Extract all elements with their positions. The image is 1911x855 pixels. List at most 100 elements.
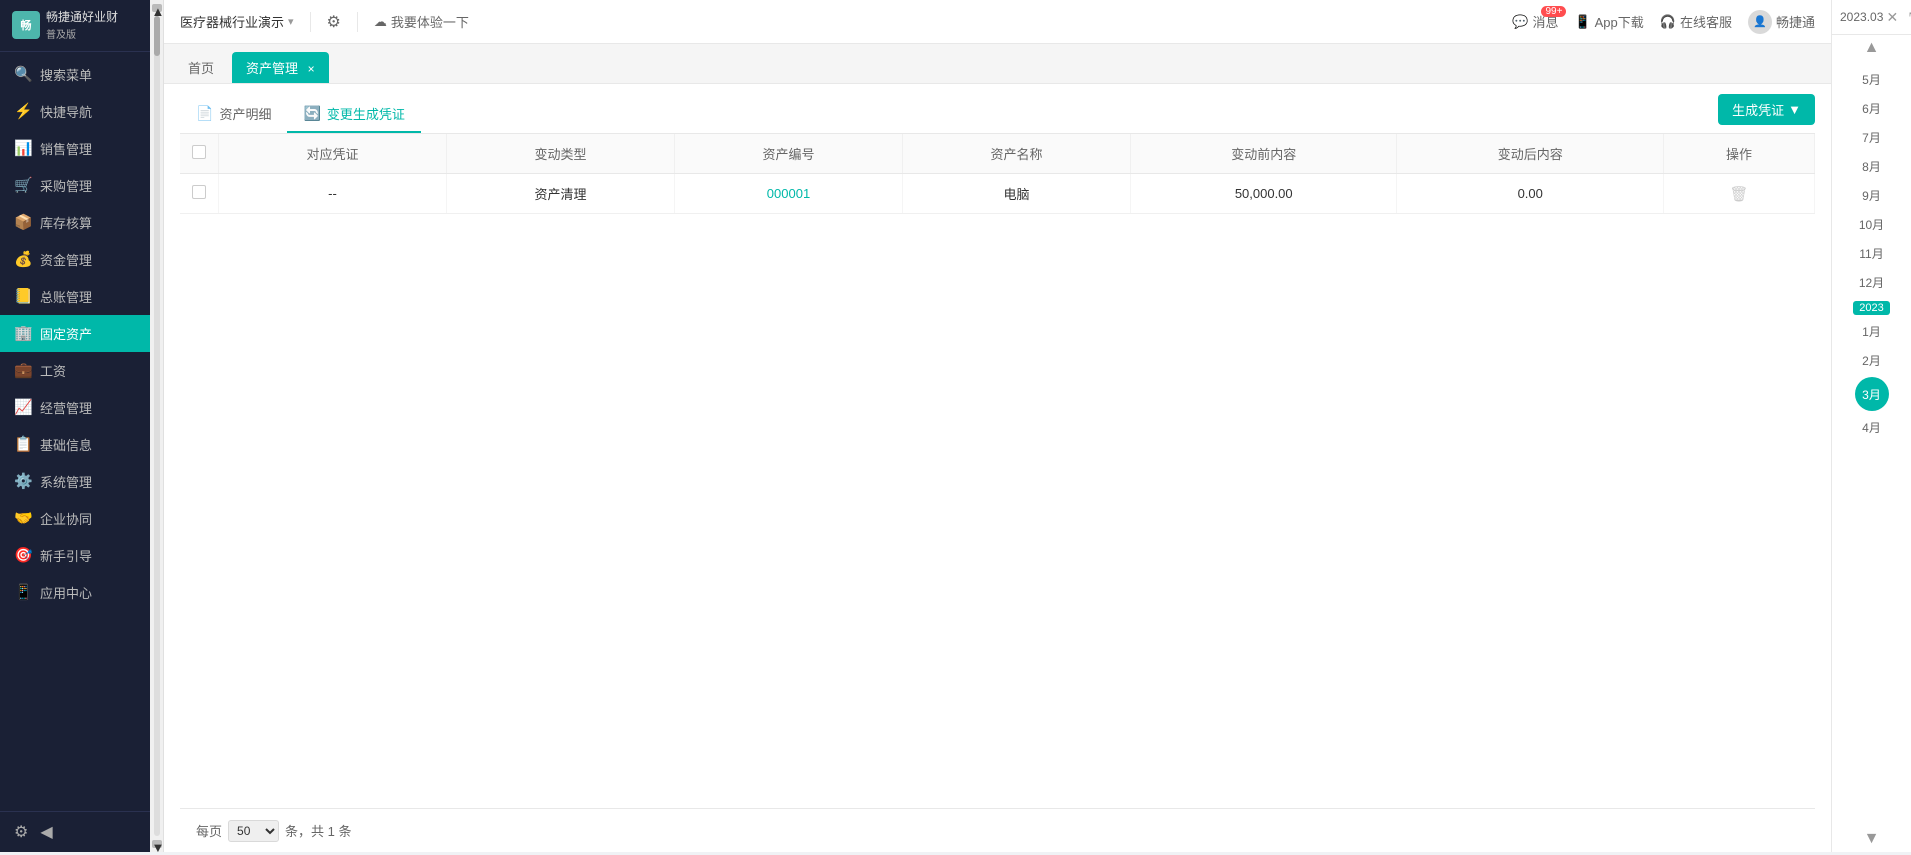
sidebar-item-label: 采购管理 <box>40 176 92 195</box>
th-checkbox <box>180 134 219 174</box>
timeline-month-5[interactable]: 5月 <box>1832 65 1911 94</box>
inventory-icon: 📦 <box>14 213 32 231</box>
appdownload-button[interactable]: 📱 App下载 <box>1574 12 1643 31</box>
collapse-icon[interactable]: ◀ <box>40 822 52 842</box>
appcenter-icon: 📱 <box>14 583 32 601</box>
generate-btn-dropdown-icon: ▼ <box>1788 102 1801 117</box>
scrollbar-down-arrow[interactable]: ▼ <box>152 840 162 848</box>
gear-icon[interactable]: ⚙ <box>327 12 341 32</box>
timeline-month-4[interactable]: 4月 <box>1832 413 1911 442</box>
tab-close-icon[interactable]: × <box>308 62 315 76</box>
row-after-change: 0.00 <box>1397 174 1663 214</box>
funds-icon: 💰 <box>14 250 32 268</box>
fixedassets-icon: 🏢 <box>14 324 32 342</box>
sidebar-item-operations[interactable]: 📈 经营管理 <box>0 389 150 426</box>
sidebar-item-label: 总账管理 <box>40 287 92 306</box>
per-page-select[interactable]: 50 10 20 100 <box>228 820 279 842</box>
close-panel-icon[interactable]: ✕ <box>1883 8 1901 26</box>
appdownload-label: App下载 <box>1595 12 1644 31</box>
timeline-year-2023: 2023 <box>1832 297 1911 317</box>
subtab-change-voucher[interactable]: 🔄 变更生成凭证 <box>287 96 420 133</box>
company-name: 医疗器械行业演示 <box>180 12 284 31</box>
delete-row-icon[interactable]: 🗑 <box>1729 186 1748 203</box>
timeline-month-11[interactable]: 11月 <box>1832 239 1911 268</box>
table-wrapper: 对应凭证 变动类型 资产编号 资产名称 变动前内容 变动后内容 操作 -- 资产… <box>180 134 1815 808</box>
tab-assets-label: 资产管理 <box>246 61 298 76</box>
sidebar-item-collab[interactable]: 🤝 企业协同 <box>0 500 150 537</box>
timeline-month-9[interactable]: 9月 <box>1832 181 1911 210</box>
sidebar-item-ledger[interactable]: 📒 总账管理 <box>0 278 150 315</box>
sidebar-bottom: ⚙ ◀ <box>0 811 150 852</box>
user-menu[interactable]: 👤 畅捷通 <box>1748 10 1815 34</box>
app-logo-icon: 畅 <box>12 11 40 39</box>
table-row: -- 资产清理 000001 电脑 50,000.00 0.00 🗑 <box>180 174 1815 214</box>
generate-voucher-button[interactable]: 生成凭证 ▼ <box>1718 94 1815 125</box>
scrollbar-thumb[interactable] <box>154 16 160 56</box>
timeline: 5月 6月 7月 8月 9月 10月 11月 12月 2023 1月 2月 3月… <box>1832 61 1911 826</box>
row-before-change: 50,000.00 <box>1131 174 1397 214</box>
th-before-change: 变动前内容 <box>1131 134 1397 174</box>
timeline-month-1[interactable]: 1月 <box>1832 317 1911 346</box>
sidebar-item-label: 工资 <box>40 361 66 380</box>
sidebar-item-tutorial[interactable]: 🎯 新手引导 <box>0 537 150 574</box>
tab-assets[interactable]: 资产管理 × <box>232 52 329 83</box>
company-selector[interactable]: 医疗器械行业演示 ▾ <box>180 12 294 31</box>
sidebar-item-label: 快捷导航 <box>40 102 92 121</box>
timeline-month-12[interactable]: 12月 <box>1832 268 1911 297</box>
sidebar-item-sysadmin[interactable]: ⚙️ 系统管理 <box>0 463 150 500</box>
sidebar-item-label: 库存核算 <box>40 213 92 232</box>
sidebar-item-inventory[interactable]: 📦 库存核算 <box>0 204 150 241</box>
subtab-asset-detail[interactable]: 📄 资产明细 <box>180 96 287 133</box>
message-icon: 💬 <box>1512 14 1528 30</box>
scrollbar-up-arrow[interactable]: ▲ <box>152 4 162 12</box>
th-change-type: 变动类型 <box>447 134 675 174</box>
timeline-month-6[interactable]: 6月 <box>1832 94 1911 123</box>
messages-button[interactable]: 💬 消息 99+ <box>1512 12 1558 31</box>
subtab-detail-label: 资产明细 <box>219 104 271 123</box>
company-dropdown-icon: ▾ <box>288 15 294 28</box>
sidebar-item-sales[interactable]: 📊 销售管理 <box>0 130 150 167</box>
timeline-month-7[interactable]: 7月 <box>1832 123 1911 152</box>
app-name: 畅捷通好业财 <box>46 10 118 26</box>
timeline-month-8[interactable]: 8月 <box>1832 152 1911 181</box>
payroll-icon: 💼 <box>14 361 32 379</box>
timeline-scroll-up[interactable]: ▲ <box>1832 35 1911 61</box>
sidebar-item-label: 固定资产 <box>40 324 92 343</box>
row-checkbox[interactable] <box>192 185 206 199</box>
username: 畅捷通 <box>1776 12 1815 31</box>
sidebar-item-purchase[interactable]: 🛒 采购管理 <box>0 167 150 204</box>
purchase-icon: 🛒 <box>14 176 32 194</box>
select-all-checkbox[interactable] <box>192 145 206 159</box>
sidebar-item-label: 新手引导 <box>40 546 92 565</box>
right-panel: 2023.03 ✕ ⤡ ▲ 5月 6月 7月 8月 9月 10月 11月 12月… <box>1831 0 1911 852</box>
sysadmin-icon: ⚙️ <box>14 472 32 490</box>
timeline-month-2[interactable]: 2月 <box>1832 346 1911 375</box>
th-voucher: 对应凭证 <box>219 134 447 174</box>
sidebar-scrollbar[interactable]: ▲ ▼ <box>150 0 164 852</box>
headset-icon: 🎧 <box>1660 14 1676 30</box>
right-panel-header: 2023.03 ✕ ⤡ <box>1832 0 1911 35</box>
timeline-month-10[interactable]: 10月 <box>1832 210 1911 239</box>
sidebar-item-basicinfo[interactable]: 📋 基础信息 <box>0 426 150 463</box>
settings-icon[interactable]: ⚙ <box>14 822 28 842</box>
messages-badge: 99+ <box>1541 6 1566 17</box>
th-after-change: 变动后内容 <box>1397 134 1663 174</box>
sidebar: 畅 畅捷通好业财 普及版 🔍 搜索菜单 ⚡ 快捷导航 📊 销售管理 🛒 采购管理… <box>0 0 150 852</box>
tabs-bar: 首页 资产管理 × <box>164 44 1831 84</box>
expand-panel-icon[interactable]: ⤡ <box>1905 8 1911 26</box>
sidebar-item-search[interactable]: 🔍 搜索菜单 <box>0 56 150 93</box>
pagination: 每页 50 10 20 100 条，共 1 条 <box>180 808 1815 852</box>
timeline-month-3-active[interactable]: 3月 <box>1855 377 1889 411</box>
sidebar-item-payroll[interactable]: 💼 工资 <box>0 352 150 389</box>
sidebar-item-appcenter[interactable]: 📱 应用中心 <box>0 574 150 611</box>
page-content: 📄 资产明细 🔄 变更生成凭证 生成凭证 ▼ 对应凭证 <box>164 84 1831 852</box>
th-asset-no: 资产编号 <box>675 134 903 174</box>
experience-button[interactable]: ☁ 我要体验一下 <box>374 12 469 31</box>
row-asset-no: 000001 <box>675 174 903 214</box>
sidebar-item-quicknav[interactable]: ⚡ 快捷导航 <box>0 93 150 130</box>
sidebar-item-fixedassets[interactable]: 🏢 固定资产 <box>0 315 150 352</box>
sidebar-item-funds[interactable]: 💰 资金管理 <box>0 241 150 278</box>
timeline-scroll-down[interactable]: ▼ <box>1832 826 1911 852</box>
tab-home[interactable]: 首页 <box>174 52 228 83</box>
support-button[interactable]: 🎧 在线客服 <box>1660 12 1732 31</box>
